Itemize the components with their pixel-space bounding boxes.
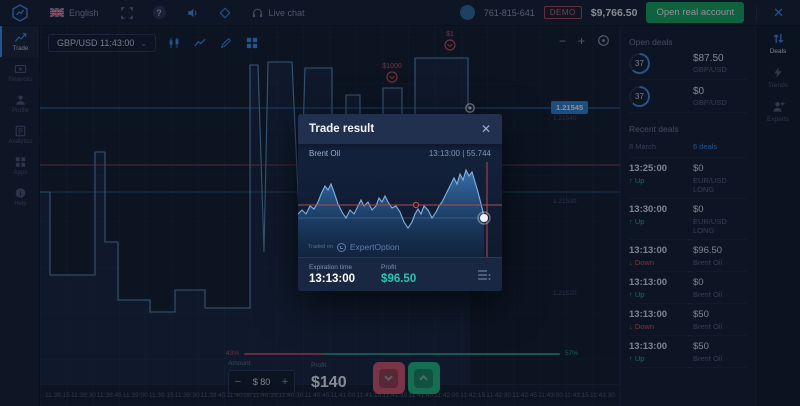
expiration-label: Expiration time (309, 264, 355, 271)
modal-quote: 13:13:00 | 55.744 (429, 149, 491, 158)
expiration-group: Expiration time 13:13:00 (309, 264, 355, 285)
result-end-dot (480, 214, 488, 222)
modal-profit-label: Profit (381, 264, 416, 271)
modal-profit-value: $96.50 (381, 273, 416, 285)
modal-profit-group: Profit $96.50 (381, 264, 416, 285)
details-list-icon (477, 269, 491, 281)
modal-footer: Expiration time 13:13:00 Profit $96.50 (298, 257, 502, 291)
modal-title: Trade result (309, 123, 374, 135)
expiration-value: 13:13:00 (309, 273, 355, 285)
watermark: Traded on ExpertOption (308, 242, 400, 252)
modal-header: Trade result ✕ (298, 114, 502, 144)
trade-result-modal: Trade result ✕ Brent Oil 13:13:00 | 55.7… (298, 114, 502, 291)
deal-details-button[interactable] (477, 269, 491, 281)
watermark-brand: ExpertOption (350, 242, 400, 252)
modal-close-icon[interactable]: ✕ (481, 123, 491, 135)
modal-chart-section: Brent Oil 13:13:00 | 55.744 Traded on Ex… (298, 144, 502, 257)
expertoption-mini-logo-icon (337, 243, 346, 252)
result-entry-marker (413, 202, 418, 207)
modal-asset-name: Brent Oil (309, 149, 340, 158)
watermark-prefix: Traded on (308, 244, 333, 250)
